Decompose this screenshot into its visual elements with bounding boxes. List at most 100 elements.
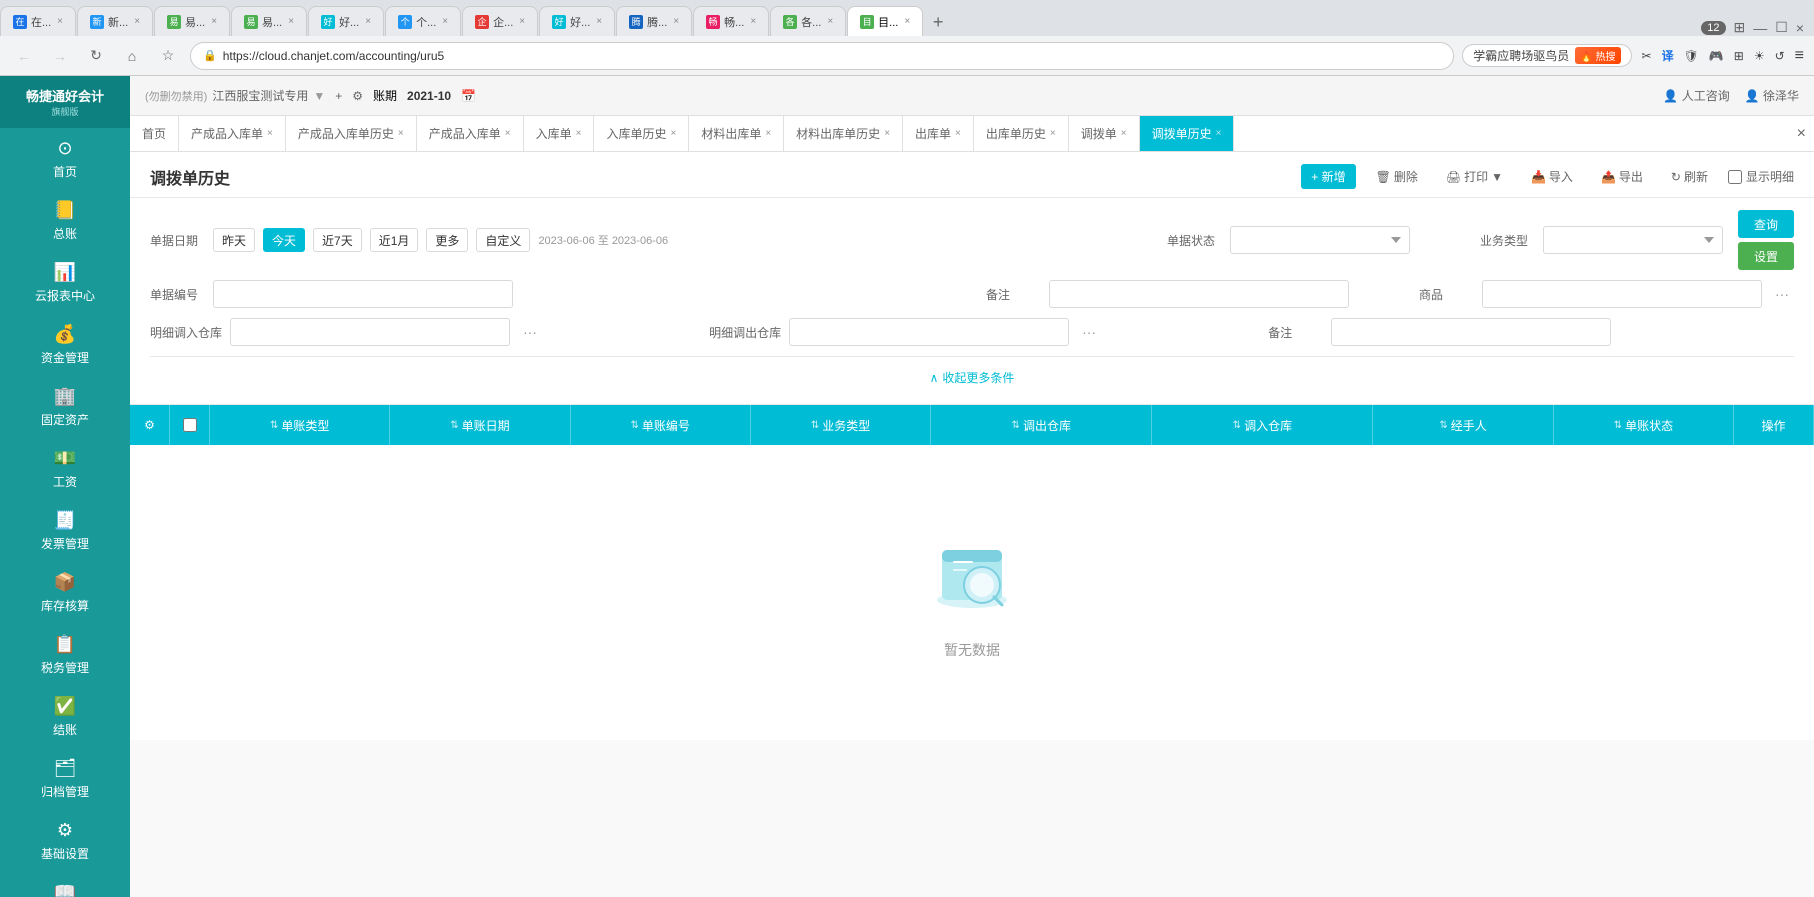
note-input[interactable]	[1049, 280, 1349, 308]
page-tab-9[interactable]: 出库单 ×	[903, 116, 974, 152]
game-icon[interactable]: 🎮	[1709, 49, 1724, 63]
menu-icon[interactable]: ≡	[1795, 47, 1804, 65]
page-tab-5[interactable]: 入库单 ×	[524, 116, 595, 152]
date-1month-btn[interactable]: 近1月	[370, 228, 419, 252]
calendar-icon[interactable]: 📅	[461, 89, 476, 103]
tab-close-5[interactable]: ×	[365, 16, 371, 27]
browser-tab-1[interactable]: 在 在... ×	[0, 6, 76, 36]
new-tab-button[interactable]: +	[924, 8, 952, 36]
page-tab-5-close[interactable]: ×	[576, 128, 582, 139]
date-today-btn[interactable]: 今天	[263, 228, 305, 252]
page-tab-7[interactable]: 材料出库单 ×	[689, 116, 784, 152]
page-tab-10-close[interactable]: ×	[1050, 128, 1056, 139]
user-avatar[interactable]: 👤 徐泽华	[1745, 87, 1799, 104]
th-out[interactable]: ⇅ 调出仓库	[931, 405, 1152, 445]
th-status[interactable]: ⇅ 单账状态	[1554, 405, 1734, 445]
tab-close-3[interactable]: ×	[211, 16, 217, 27]
gear-settings-button[interactable]: ⚙	[352, 89, 363, 103]
minimize-icon[interactable]: —	[1753, 20, 1767, 36]
print-button[interactable]: 🖨 打印 ▼	[1438, 164, 1511, 189]
th-settings[interactable]: ⚙	[130, 405, 170, 445]
sidebar-item-ledger[interactable]: 📒 总账	[0, 190, 130, 252]
browser-tab-5[interactable]: 好 好... ×	[308, 6, 384, 36]
new-button[interactable]: + 新增	[1301, 164, 1355, 189]
sidebar-item-archive[interactable]: 🗂 归档管理	[0, 748, 130, 810]
doc-no-input[interactable]	[213, 280, 513, 308]
goods-dots-button[interactable]: ···	[1770, 286, 1794, 302]
close-window-icon[interactable]: ×	[1796, 20, 1804, 36]
sidebar-item-invoice[interactable]: 🧾 发票管理	[0, 500, 130, 562]
tab-close-active[interactable]: ×	[904, 16, 910, 27]
browser-search[interactable]: 学霸应聘场驱鸟员 🔥 热搜	[1462, 44, 1631, 67]
delete-button[interactable]: 🗑 删除	[1368, 164, 1426, 189]
tab-close-9[interactable]: ×	[673, 16, 679, 27]
sidebar-item-guide[interactable]: 📖 新手引导	[0, 872, 130, 897]
th-no[interactable]: ⇅ 单账编号	[571, 405, 751, 445]
scissors-icon[interactable]: ✂	[1642, 49, 1652, 63]
page-tab-3-close[interactable]: ×	[398, 128, 404, 139]
filter-settings-button[interactable]: 设置	[1738, 242, 1794, 270]
detail-out-dots-button[interactable]: ···	[1077, 324, 1101, 340]
detail-out-input[interactable]	[789, 318, 1069, 346]
detail-in-dots-button[interactable]: ···	[518, 324, 542, 340]
sidebar-item-tax[interactable]: 📋 税务管理	[0, 624, 130, 686]
page-tab-6[interactable]: 入库单历史 ×	[594, 116, 689, 152]
sidebar-item-settle[interactable]: ✅ 结账	[0, 686, 130, 748]
company-select[interactable]: (勿删勿禁用) 江西服宝测试专用 ▼	[145, 87, 325, 104]
page-tab-3[interactable]: 产成品入库单历史 ×	[286, 116, 417, 152]
select-all-checkbox[interactable]	[183, 418, 197, 432]
sidebar-item-settings[interactable]: ⚙ 基础设置	[0, 810, 130, 872]
th-handler[interactable]: ⇅ 经手人	[1373, 405, 1553, 445]
browser-tab-3[interactable]: 易 易... ×	[154, 6, 230, 36]
url-bar[interactable]: 🔒 https://cloud.chanjet.com/accounting/u…	[190, 42, 1454, 70]
print-dropdown-icon[interactable]: ▼	[1491, 170, 1503, 184]
user-service-link[interactable]: 👤 人工咨询	[1663, 87, 1729, 104]
browser-tab-active[interactable]: 目 目... ×	[847, 6, 923, 36]
date-yesterday-btn[interactable]: 昨天	[213, 228, 255, 252]
tab-close-7[interactable]: ×	[519, 16, 525, 27]
sidebar-item-capital[interactable]: 💰 资金管理	[0, 314, 130, 376]
th-type[interactable]: ⇅ 单账类型	[210, 405, 390, 445]
export-button[interactable]: 📤 导出	[1593, 164, 1651, 189]
th-date[interactable]: ⇅ 单账日期	[390, 405, 570, 445]
page-tab-6-close[interactable]: ×	[670, 128, 676, 139]
tab-close-1[interactable]: ×	[57, 16, 63, 27]
query-button[interactable]: 查询	[1738, 210, 1794, 238]
maximize-icon[interactable]: ☐	[1775, 19, 1788, 36]
browser-tab-4[interactable]: 易 易... ×	[231, 6, 307, 36]
forward-button[interactable]: →	[46, 42, 74, 70]
goods-input[interactable]	[1482, 280, 1762, 308]
tab-close-8[interactable]: ×	[596, 16, 602, 27]
biz-type-select[interactable]	[1543, 226, 1723, 254]
page-tab-4-close[interactable]: ×	[505, 128, 511, 139]
page-tab-9-close[interactable]: ×	[955, 128, 961, 139]
all-tabs-close[interactable]: ×	[1797, 125, 1806, 143]
page-tab-home[interactable]: 首页	[130, 116, 179, 152]
sidebar-item-reports[interactable]: 📊 云报表中心	[0, 252, 130, 314]
page-tab-12-close[interactable]: ×	[1216, 128, 1222, 139]
th-checkbox[interactable]	[170, 405, 210, 445]
detail-in-input[interactable]	[230, 318, 510, 346]
sidebar-item-assets[interactable]: 🏢 固定资产	[0, 376, 130, 438]
page-tab-8-close[interactable]: ×	[884, 128, 890, 139]
bookmark-button[interactable]: ☆	[154, 42, 182, 70]
tab-close-4[interactable]: ×	[288, 16, 294, 27]
tab-manager-icon[interactable]: ⊞	[1734, 19, 1746, 36]
detail-note-input[interactable]	[1331, 318, 1611, 346]
sidebar-item-salary[interactable]: 💵 工资	[0, 438, 130, 500]
browser-tab-2[interactable]: 新 新... ×	[77, 6, 153, 36]
page-tab-2-close[interactable]: ×	[267, 128, 273, 139]
display-toggle-label[interactable]: 显示明细	[1728, 168, 1794, 185]
back-button[interactable]: ←	[10, 42, 38, 70]
add-company-button[interactable]: +	[335, 89, 342, 103]
page-tab-2[interactable]: 产成品入库单 ×	[179, 116, 286, 152]
date-custom-btn[interactable]: 自定义	[476, 228, 530, 252]
tab-close-2[interactable]: ×	[134, 16, 140, 27]
table-settings-icon[interactable]: ⚙	[144, 418, 155, 432]
th-in[interactable]: ⇅ 调入仓库	[1152, 405, 1373, 445]
tab-close-11[interactable]: ×	[827, 16, 833, 27]
sidebar-item-inventory[interactable]: 📦 库存核算	[0, 562, 130, 624]
browser-tab-9[interactable]: 腾 腾... ×	[616, 6, 692, 36]
grid-icon[interactable]: ⊞	[1734, 49, 1744, 63]
browser-tab-11[interactable]: 各 各... ×	[770, 6, 846, 36]
